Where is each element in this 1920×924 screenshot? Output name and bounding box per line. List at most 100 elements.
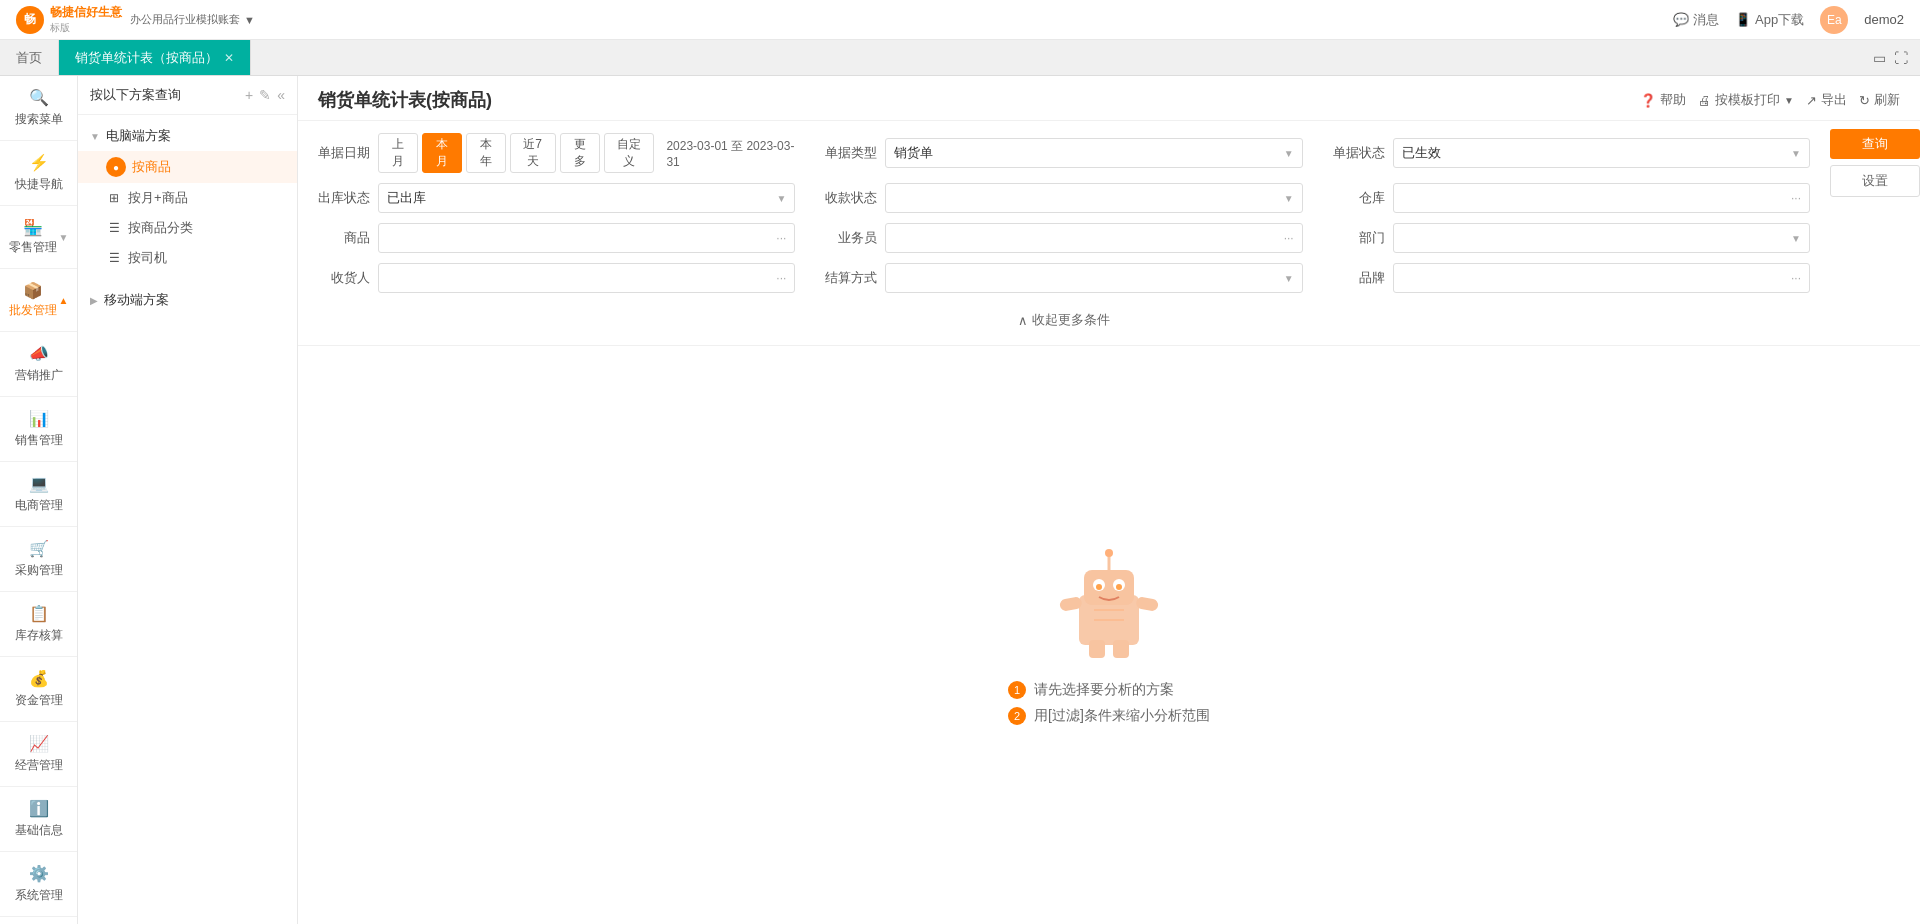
filter-settlement-select[interactable]: ▼ xyxy=(885,263,1302,293)
message-button[interactable]: 💬 消息 xyxy=(1673,11,1719,29)
logo-text: 畅捷信好生意 标版 xyxy=(50,4,122,35)
filter-goods-label: 商品 xyxy=(318,229,378,247)
scheme-edit-button[interactable]: ✎ xyxy=(259,87,271,103)
avatar[interactable]: Ea xyxy=(1820,6,1848,34)
date-btn-this-month[interactable]: 本月 xyxy=(422,133,462,173)
tab-bar: 首页 销货单统计表（按商品） ✕ ▭ ⛶ xyxy=(0,40,1920,76)
empty-hints: 1 请先选择要分析的方案 2 用[过滤]条件来缩小分析范围 xyxy=(1008,681,1210,725)
header-left: 畅 畅捷信好生意 标版 办公用品行业模拟账套 ▼ xyxy=(16,4,255,35)
receiver-ellipsis-icon: ··· xyxy=(776,271,786,285)
scheme-add-button[interactable]: + xyxy=(245,87,253,103)
sidebar-item-finance[interactable]: 💰 资金管理 xyxy=(0,657,77,722)
tab-close-icon[interactable]: ✕ xyxy=(224,51,234,65)
sidebar-item-ecommerce[interactable]: 💻 电商管理 xyxy=(0,462,77,527)
tab-sales-stats[interactable]: 销货单统计表（按商品） ✕ xyxy=(59,40,251,75)
filter-receiver-select[interactable]: ··· xyxy=(378,263,795,293)
filter-salesman-label: 业务员 xyxy=(825,229,885,247)
filter-doc-status: 单据状态 已生效 ▼ xyxy=(1333,138,1810,168)
date-btn-last-month[interactable]: 上月 xyxy=(378,133,418,173)
logo-area: 畅 畅捷信好生意 标版 xyxy=(16,4,122,35)
query-button[interactable]: 查询 xyxy=(1830,129,1920,159)
sidebar-item-search[interactable]: 🔍 搜索菜单 xyxy=(0,76,77,141)
app-download-button[interactable]: 📱 App下载 xyxy=(1735,11,1804,29)
filter-doc-type-label: 单据类型 xyxy=(825,144,885,162)
sidebar-item-system[interactable]: ⚙️ 系统管理 xyxy=(0,852,77,917)
filter-date: 单据日期 上月 本月 本年 近7天 更多 自定义 2023-03-01 至 20… xyxy=(318,133,795,173)
sidebar-item-marketing[interactable]: 📣 营销推广 xyxy=(0,332,77,397)
filter-row-4: 收货人 ··· 结算方式 ▼ xyxy=(318,263,1810,293)
empty-hint-2: 2 用[过滤]条件来缩小分析范围 xyxy=(1008,707,1210,725)
scheme-group-mobile-header[interactable]: ▶ 移动端方案 xyxy=(78,285,297,315)
refresh-button[interactable]: ↻ 刷新 xyxy=(1859,91,1900,109)
purchase-icon: 🛒 xyxy=(29,539,49,558)
workspace-selector[interactable]: 办公用品行业模拟账套 ▼ xyxy=(130,12,255,27)
retail-icon: 🏪 xyxy=(23,218,43,237)
filter-row-2: 出库状态 已出库 ▼ 收款状态 ▼ xyxy=(318,183,1810,213)
date-btn-7days[interactable]: 近7天 xyxy=(510,133,556,173)
sidebar-item-purchase[interactable]: 🛒 采购管理 xyxy=(0,527,77,592)
export-button[interactable]: ↗ 导出 xyxy=(1806,91,1847,109)
settings-button[interactable]: 设置 xyxy=(1830,165,1920,197)
sidebar-item-inventory[interactable]: 📋 库存核算 xyxy=(0,592,77,657)
filter-row-3: 商品 ··· 业务员 ··· xyxy=(318,223,1810,253)
sidebar-item-operations[interactable]: 📈 经营管理 xyxy=(0,722,77,787)
filter-stock-status-select[interactable]: 已出库 ▼ xyxy=(378,183,795,213)
svg-rect-10 xyxy=(1089,640,1105,658)
scheme-panel-header: 按以下方案查询 + ✎ « xyxy=(78,76,297,115)
filter-goods-select[interactable]: ··· xyxy=(378,223,795,253)
username-label[interactable]: demo2 xyxy=(1864,12,1904,27)
payment-status-chevron-icon: ▼ xyxy=(1284,193,1294,204)
wholesale-icon: 📦 xyxy=(23,281,43,300)
sidebar-item-retail[interactable]: 🏪 零售管理 ▼ xyxy=(0,206,77,269)
filter-brand-select[interactable]: ··· xyxy=(1393,263,1810,293)
filter-salesman-select[interactable]: ··· xyxy=(885,223,1302,253)
app-download-icon: 📱 xyxy=(1735,12,1751,27)
scheme-group-expand-icon: ▼ xyxy=(90,131,100,142)
filter-warehouse-label: 仓库 xyxy=(1333,189,1393,207)
sidebar-item-enterprise[interactable]: 🤝 企业协同 xyxy=(0,917,77,924)
print-arrow-icon: ▼ xyxy=(1784,95,1794,106)
date-btn-more[interactable]: 更多 xyxy=(560,133,600,173)
right-panel: 销货单统计表(按商品) ❓ 帮助 🖨 按模板打印 ▼ ↗ 导出 xyxy=(298,76,1920,924)
tab-home[interactable]: 首页 xyxy=(0,40,59,75)
scheme-collapse-button[interactable]: « xyxy=(277,87,285,103)
svg-rect-11 xyxy=(1113,640,1129,658)
print-icon: 🖨 xyxy=(1698,93,1711,108)
tab-minimize-icon[interactable]: ▭ xyxy=(1873,50,1886,66)
logo-icon: 畅 xyxy=(16,6,44,34)
help-icon: ❓ xyxy=(1640,93,1656,108)
scheme-item-by-goods[interactable]: ● 按商品 xyxy=(78,151,297,183)
sidebar-item-basic-info[interactable]: ℹ️ 基础信息 xyxy=(0,787,77,852)
filter-doc-type-select[interactable]: 销货单 ▼ xyxy=(885,138,1302,168)
doc-type-chevron-icon: ▼ xyxy=(1284,148,1294,159)
help-button[interactable]: ❓ 帮助 xyxy=(1640,91,1686,109)
scheme-group-pc-header[interactable]: ▼ 电脑端方案 xyxy=(78,121,297,151)
date-range-display: 2023-03-01 至 2023-03-31 xyxy=(666,138,795,169)
scheme-item-by-driver[interactable]: ☰ 按司机 xyxy=(78,243,297,273)
collapse-row: ∧ 收起更多条件 xyxy=(318,303,1810,333)
scheme-group-pc-label: 电脑端方案 xyxy=(106,127,171,145)
empty-hint-1: 1 请先选择要分析的方案 xyxy=(1008,681,1210,699)
collapse-button[interactable]: ∧ 收起更多条件 xyxy=(1018,311,1110,329)
content-area: 按以下方案查询 + ✎ « ▼ 电脑端方案 ● 按商品 xyxy=(78,76,1920,924)
filter-department-select[interactable]: ▼ xyxy=(1393,223,1810,253)
date-btn-this-year[interactable]: 本年 xyxy=(466,133,506,173)
scheme-item-by-month-goods[interactable]: ⊞ 按月+商品 xyxy=(78,183,297,213)
sidebar-item-wholesale[interactable]: 📦 批发管理 ▲ xyxy=(0,269,77,332)
sidebar-item-sales[interactable]: 📊 销售管理 xyxy=(0,397,77,462)
filter-warehouse-select[interactable]: ··· xyxy=(1393,183,1810,213)
sidebar-item-quick-nav[interactable]: ⚡ 快捷导航 xyxy=(0,141,77,206)
department-chevron-icon: ▼ xyxy=(1791,233,1801,244)
doc-status-chevron-icon: ▼ xyxy=(1791,148,1801,159)
date-btn-custom[interactable]: 自定义 xyxy=(604,133,655,173)
tab-expand-icon[interactable]: ⛶ xyxy=(1894,50,1908,66)
filter-payment-status-select[interactable]: ▼ xyxy=(885,183,1302,213)
top-header: 畅 畅捷信好生意 标版 办公用品行业模拟账套 ▼ 💬 消息 📱 App下载 Ea… xyxy=(0,0,1920,40)
print-template-button[interactable]: 🖨 按模板打印 ▼ xyxy=(1698,91,1794,109)
filter-goods: 商品 ··· xyxy=(318,223,795,253)
filter-warehouse: 仓库 ··· xyxy=(1333,183,1810,213)
scheme-item-by-category[interactable]: ☰ 按商品分类 xyxy=(78,213,297,243)
hint-num-2: 2 xyxy=(1008,707,1026,725)
filter-doc-status-select[interactable]: 已生效 ▼ xyxy=(1393,138,1810,168)
basic-info-icon: ℹ️ xyxy=(29,799,49,818)
